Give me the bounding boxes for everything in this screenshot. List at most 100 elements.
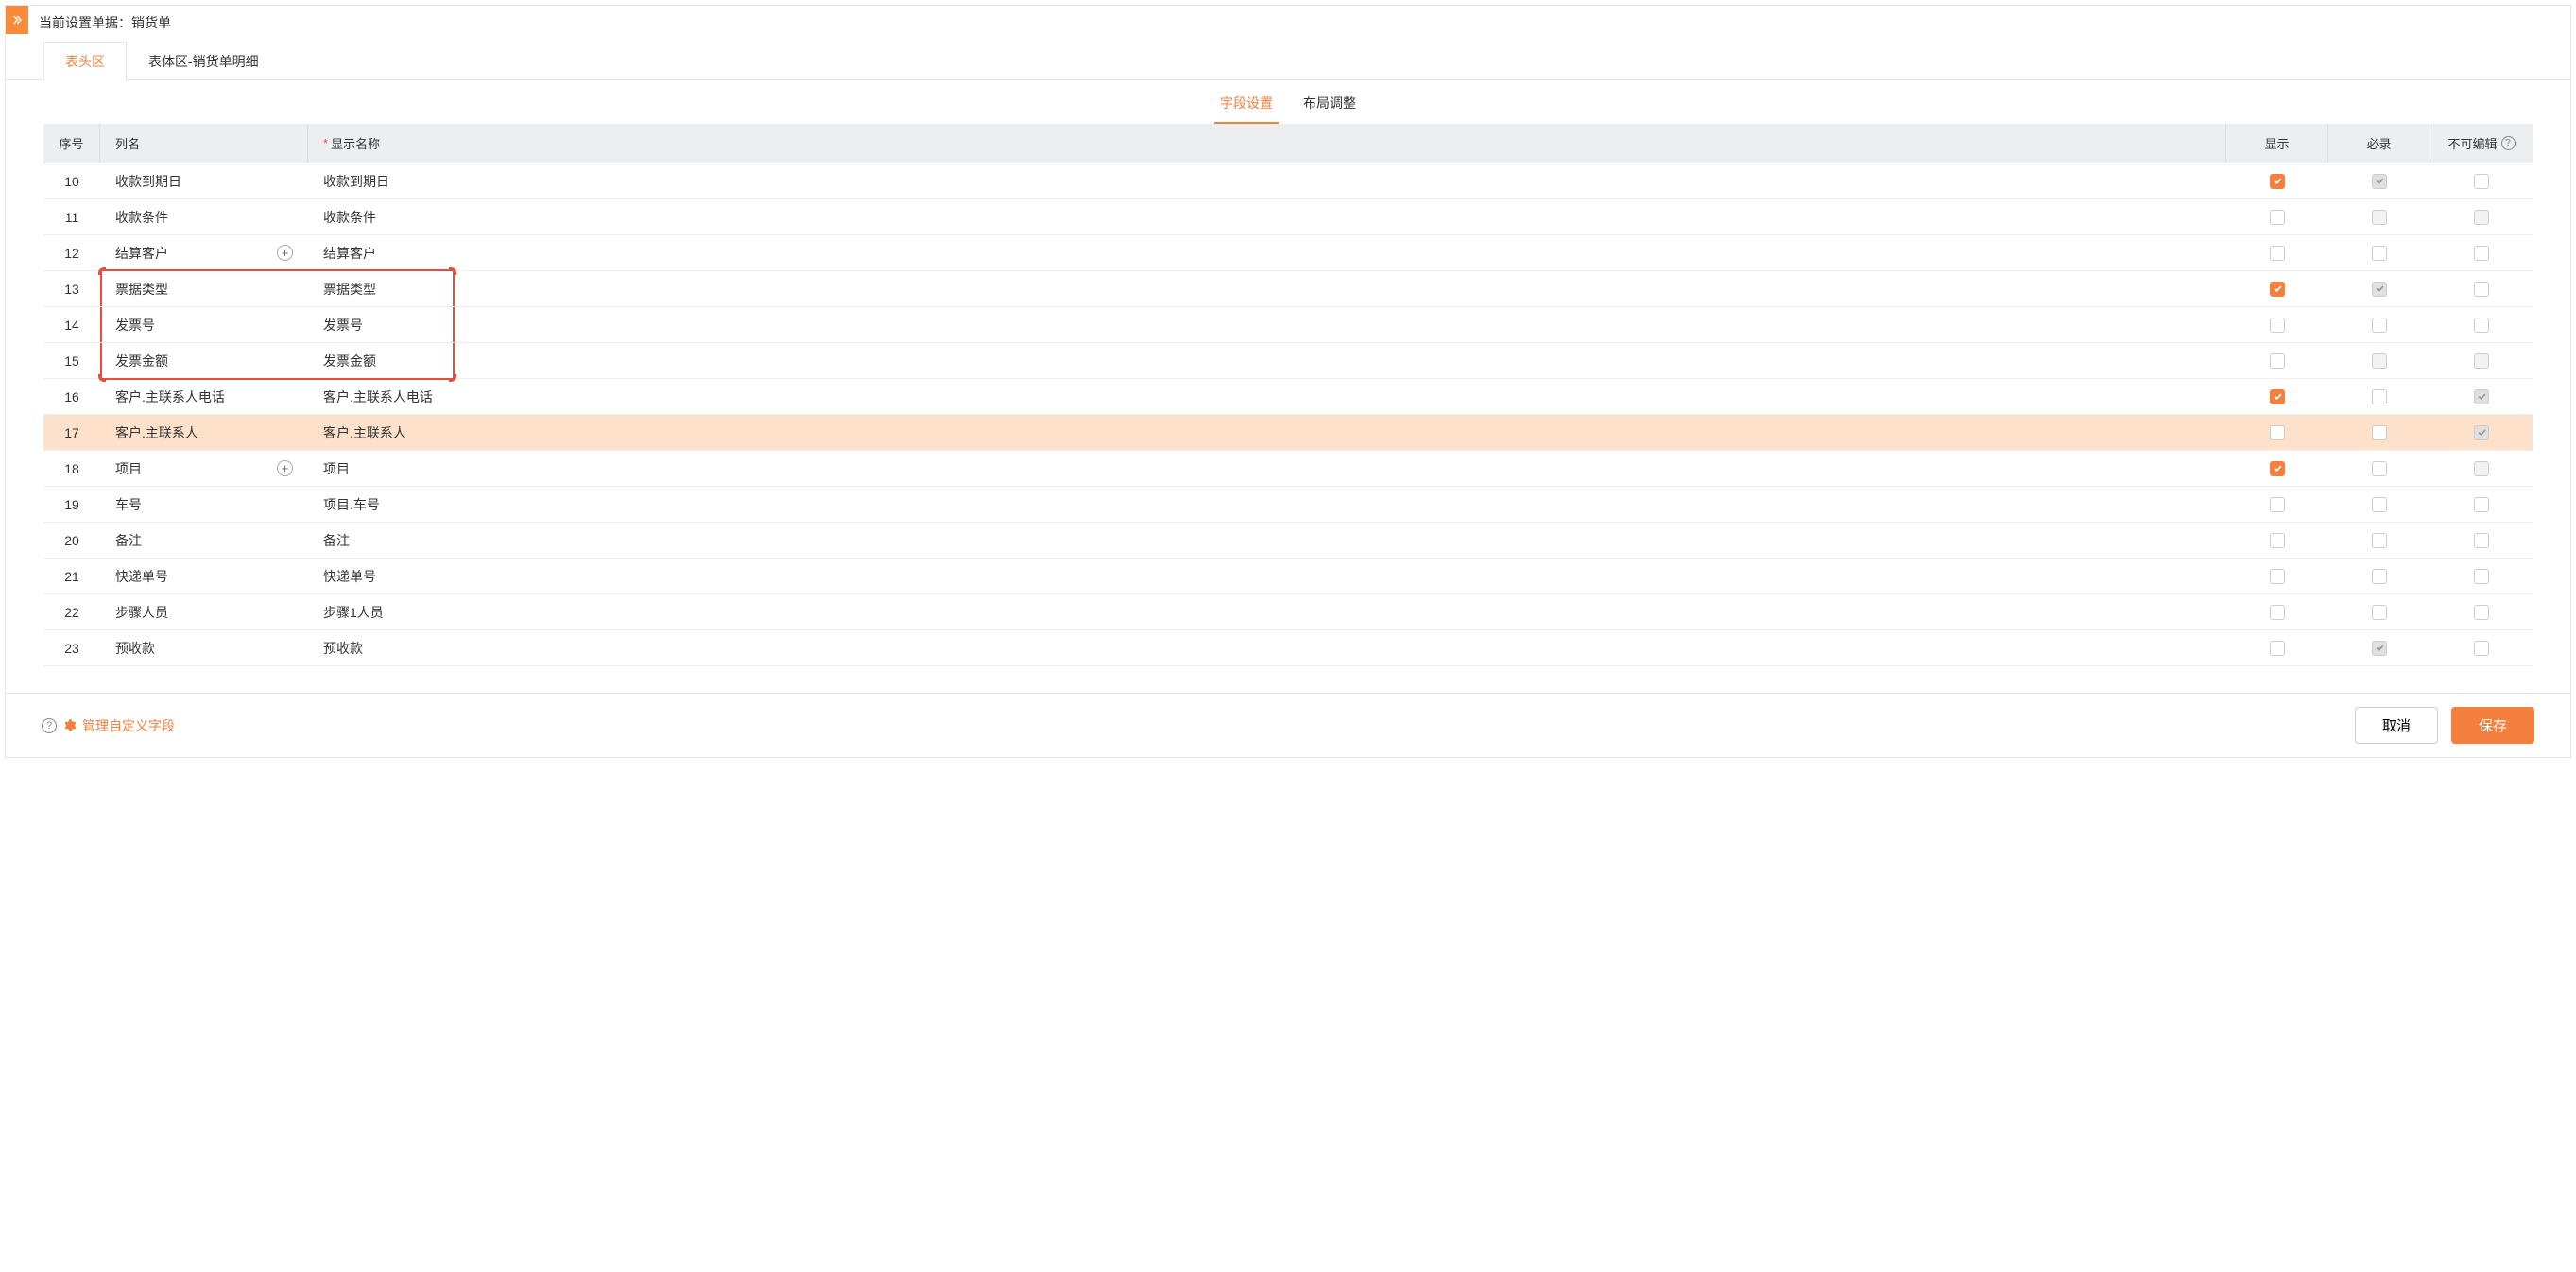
checkbox-required — [2372, 174, 2387, 189]
checkbox-show[interactable] — [2270, 641, 2285, 656]
row-index: 15 — [43, 343, 100, 378]
row-display-name[interactable]: 票据类型 — [308, 271, 2226, 306]
checkbox-readonly — [2474, 389, 2489, 404]
row-display-name[interactable]: 步骤1人员 — [308, 594, 2226, 629]
checkbox-required — [2372, 282, 2387, 297]
checkbox-show[interactable] — [2270, 318, 2285, 333]
main-tabs: 表头区表体区-销货单明细 — [43, 41, 2570, 79]
row-display-name[interactable]: 收款条件 — [308, 199, 2226, 234]
row-display-name[interactable]: 发票号 — [308, 307, 2226, 342]
table-row: 20备注备注 — [43, 523, 2533, 559]
checkbox-readonly[interactable] — [2474, 246, 2489, 261]
row-name: 收款条件 — [100, 199, 308, 234]
checkbox-show[interactable] — [2270, 353, 2285, 369]
checkbox-readonly — [2474, 461, 2489, 476]
page-title: 当前设置单据：销货单 — [6, 6, 2570, 41]
checkbox-readonly[interactable] — [2474, 533, 2489, 548]
tab-1[interactable]: 表体区-销货单明细 — [127, 42, 281, 80]
checkbox-show[interactable] — [2270, 282, 2285, 297]
checkbox-readonly[interactable] — [2474, 282, 2489, 297]
row-index: 11 — [43, 199, 100, 234]
header-name: 列名 — [100, 124, 308, 163]
checkbox-show[interactable] — [2270, 210, 2285, 225]
row-index: 18 — [43, 451, 100, 486]
table-row: 22步骤人员步骤1人员 — [43, 594, 2533, 630]
row-name: 收款到期日 — [100, 163, 308, 198]
sub-tab-1[interactable]: 布局调整 — [1297, 94, 1362, 124]
checkbox-required[interactable] — [2372, 569, 2387, 584]
row-display-name[interactable]: 结算客户 — [308, 235, 2226, 270]
checkbox-required[interactable] — [2372, 318, 2387, 333]
plus-icon[interactable]: + — [277, 460, 293, 476]
row-display-name[interactable]: 预收款 — [308, 630, 2226, 665]
table-row: 19车号项目.车号 — [43, 487, 2533, 523]
cell-readonly — [2430, 163, 2533, 198]
checkbox-required — [2372, 641, 2387, 656]
table-row: 18项目+项目 — [43, 451, 2533, 487]
checkbox-required[interactable] — [2372, 461, 2387, 476]
save-button[interactable]: 保存 — [2451, 707, 2534, 744]
checkbox-show[interactable] — [2270, 605, 2285, 620]
cell-required — [2328, 307, 2430, 342]
checkbox-show[interactable] — [2270, 174, 2285, 189]
sub-tab-0[interactable]: 字段设置 — [1214, 94, 1279, 124]
header-readonly-label: 不可编辑 — [2447, 134, 2497, 152]
checkbox-required[interactable] — [2372, 497, 2387, 512]
checkbox-readonly[interactable] — [2474, 641, 2489, 656]
cell-required — [2328, 235, 2430, 270]
cell-required — [2328, 594, 2430, 629]
checkbox-show[interactable] — [2270, 569, 2285, 584]
row-display-name[interactable]: 备注 — [308, 523, 2226, 558]
row-display-name[interactable]: 客户.主联系人 — [308, 415, 2226, 450]
help-icon[interactable]: ? — [42, 718, 57, 733]
cell-required — [2328, 163, 2430, 198]
checkbox-readonly[interactable] — [2474, 174, 2489, 189]
checkbox-show[interactable] — [2270, 425, 2285, 440]
checkbox-show[interactable] — [2270, 461, 2285, 476]
row-display-name[interactable]: 项目 — [308, 451, 2226, 486]
collapse-toggle[interactable] — [6, 6, 28, 34]
row-index: 16 — [43, 379, 100, 414]
manage-custom-fields-link[interactable]: 管理自定义字段 — [82, 716, 175, 735]
checkbox-required[interactable] — [2372, 533, 2387, 548]
table-row: 14发票号发票号 — [43, 307, 2533, 343]
row-name: 预收款 — [100, 630, 308, 665]
row-display-name[interactable]: 项目.车号 — [308, 487, 2226, 522]
checkbox-readonly[interactable] — [2474, 497, 2489, 512]
checkbox-show[interactable] — [2270, 533, 2285, 548]
row-name: 客户.主联系人电话 — [100, 379, 308, 414]
cancel-button[interactable]: 取消 — [2355, 707, 2438, 744]
cell-readonly — [2430, 487, 2533, 522]
checkbox-readonly[interactable] — [2474, 605, 2489, 620]
row-name: 车号 — [100, 487, 308, 522]
row-display-name[interactable]: 客户.主联系人电话 — [308, 379, 2226, 414]
checkbox-show[interactable] — [2270, 497, 2285, 512]
cell-required — [2328, 559, 2430, 593]
checkbox-readonly[interactable] — [2474, 318, 2489, 333]
checkbox-required[interactable] — [2372, 605, 2387, 620]
checkbox-required[interactable] — [2372, 425, 2387, 440]
plus-icon[interactable]: + — [277, 245, 293, 261]
checkbox-readonly[interactable] — [2474, 569, 2489, 584]
checkbox-required[interactable] — [2372, 246, 2387, 261]
row-display-name[interactable]: 收款到期日 — [308, 163, 2226, 198]
checkbox-show[interactable] — [2270, 246, 2285, 261]
table-row: 13票据类型票据类型 — [43, 271, 2533, 307]
cell-readonly — [2430, 451, 2533, 486]
checkbox-required — [2372, 210, 2387, 225]
cell-show — [2226, 271, 2328, 306]
row-name: 客户.主联系人 — [100, 415, 308, 450]
cell-readonly — [2430, 307, 2533, 342]
tab-0[interactable]: 表头区 — [43, 42, 127, 80]
help-icon[interactable]: ? — [2501, 136, 2516, 150]
checkbox-show[interactable] — [2270, 389, 2285, 404]
sub-tabs: 字段设置布局调整 — [6, 80, 2570, 124]
header-index: 序号 — [43, 124, 100, 163]
cell-readonly — [2430, 271, 2533, 306]
row-index: 13 — [43, 271, 100, 306]
cell-readonly — [2430, 379, 2533, 414]
row-display-name[interactable]: 发票金额 — [308, 343, 2226, 378]
cell-show — [2226, 487, 2328, 522]
row-display-name[interactable]: 快递单号 — [308, 559, 2226, 593]
checkbox-required[interactable] — [2372, 389, 2387, 404]
